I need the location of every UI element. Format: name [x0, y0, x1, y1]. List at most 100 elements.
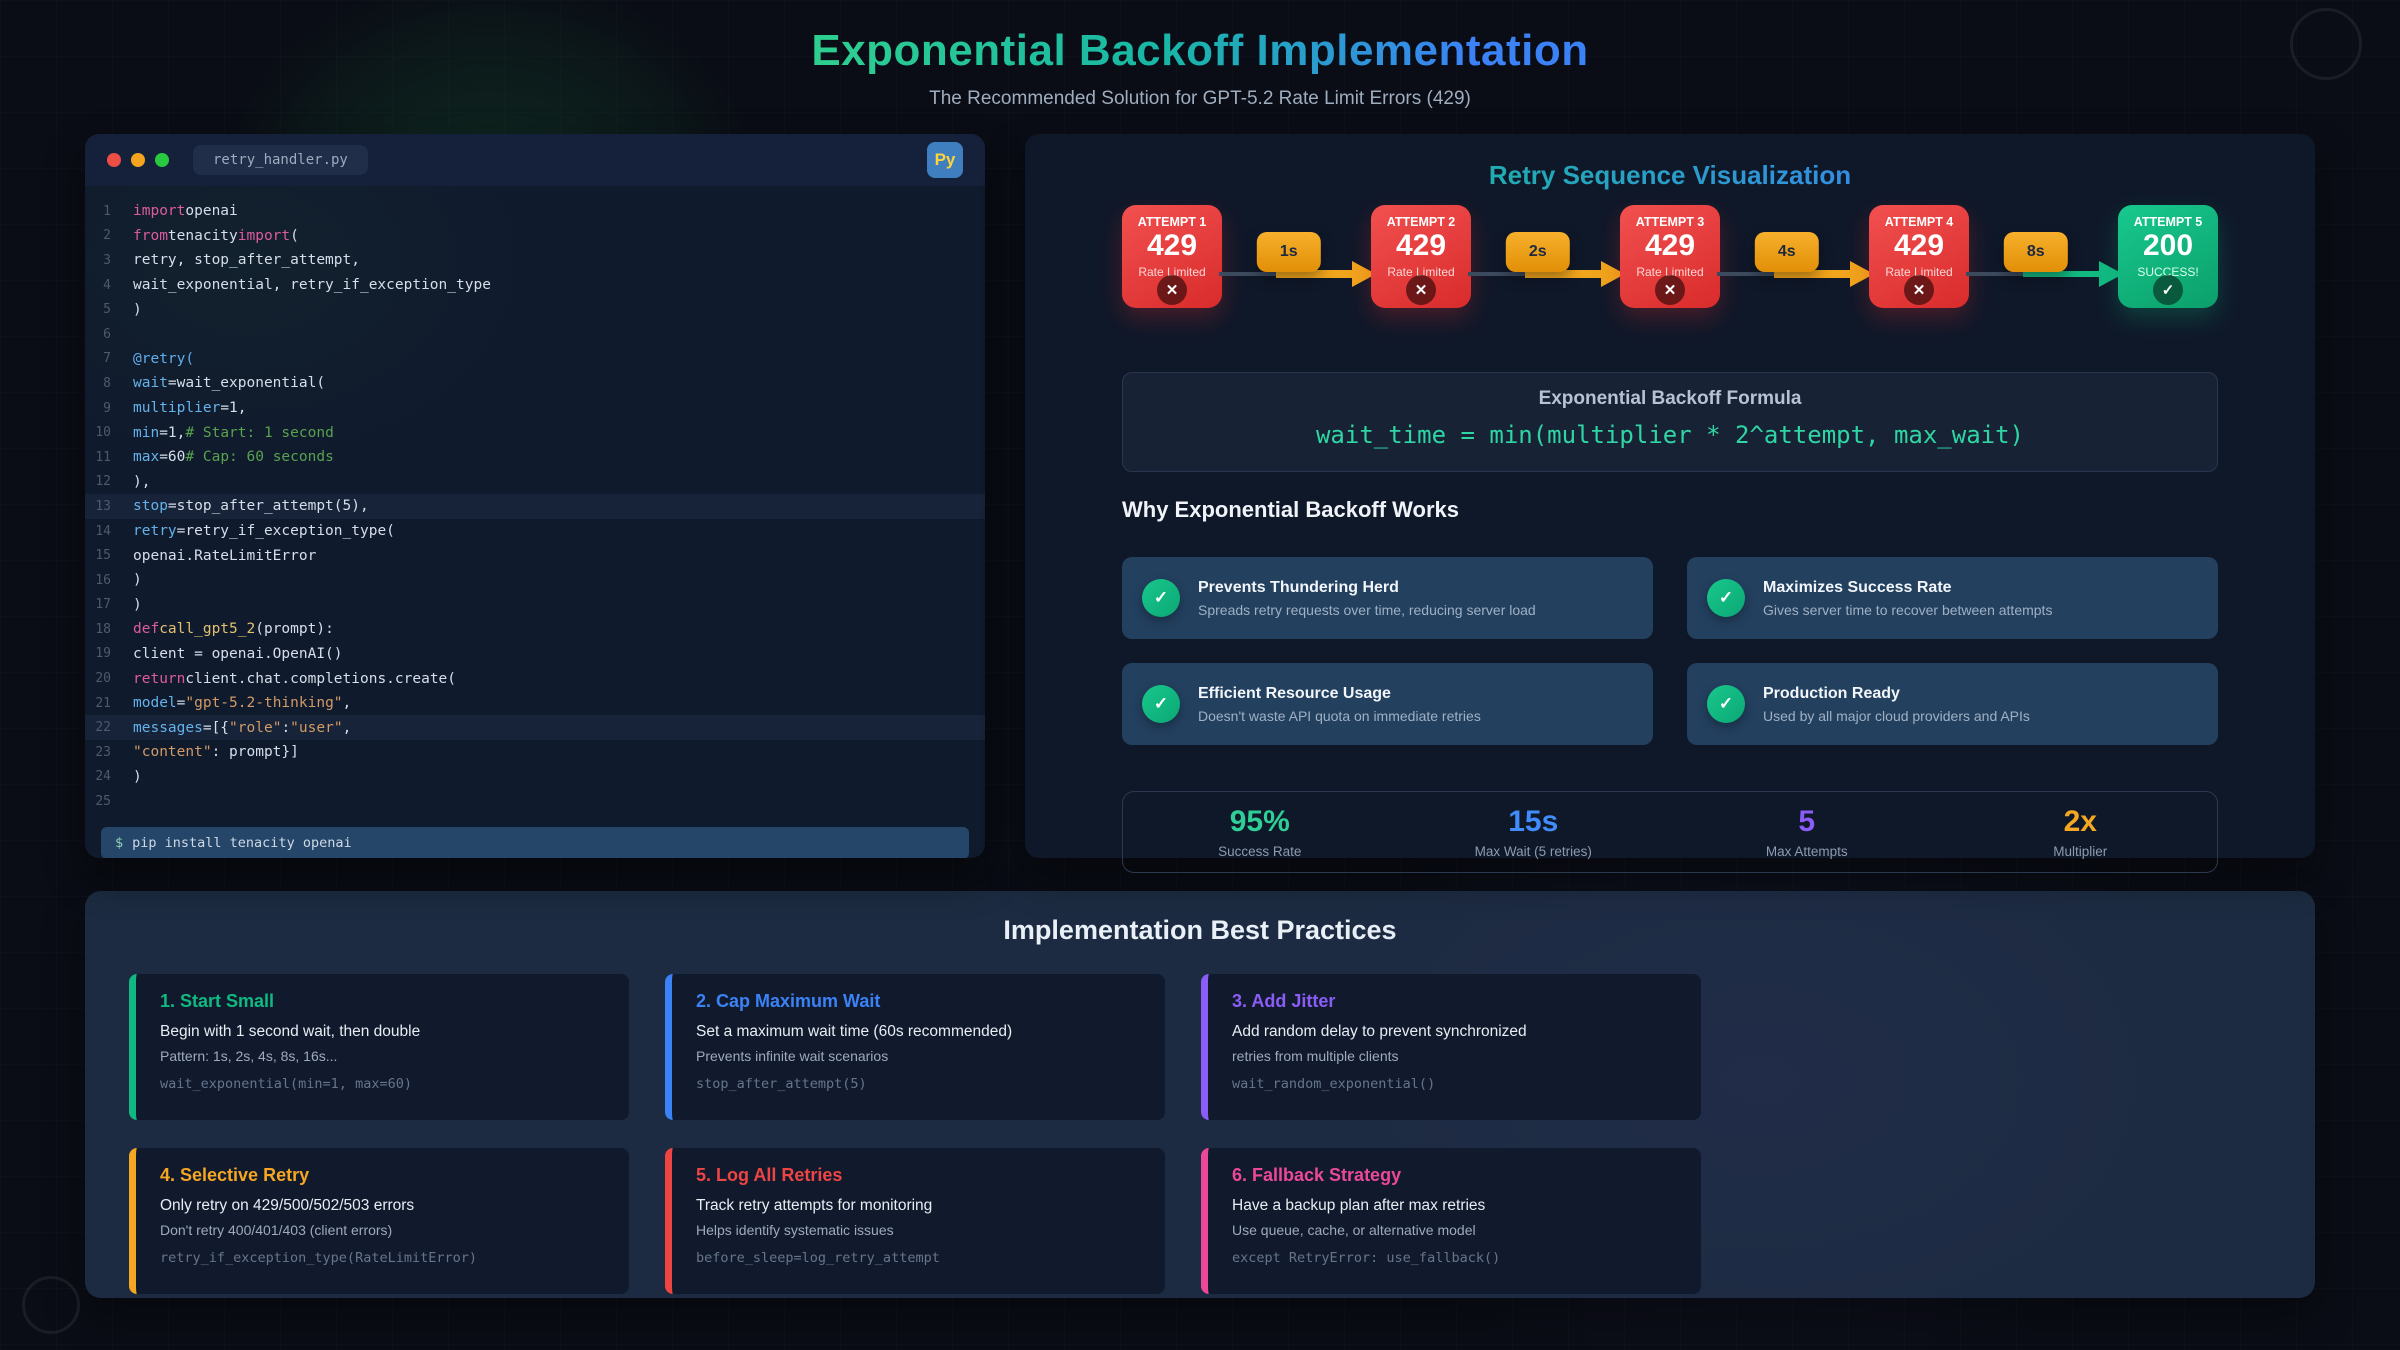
stat-item: 5 Max Attempts — [1670, 805, 1944, 859]
check-circle-icon: ✓ — [1707, 685, 1745, 723]
code-token-func: call_gpt5_2 — [159, 621, 256, 638]
code-line: 3 retry, stop_after_attempt, — [85, 248, 985, 273]
editor-titlebar: retry_handler.py Py — [85, 134, 985, 186]
code-line: 19 client = openai.OpenAI() — [85, 642, 985, 667]
code-line: 16) — [85, 568, 985, 593]
practice-title: 3. Add Jitter — [1232, 991, 1336, 1011]
maximize-window-button[interactable] — [155, 153, 169, 167]
code-token-dec: @retry( — [133, 350, 195, 367]
line-number: 8 — [103, 375, 111, 391]
attempt-label: ATTEMPT 2 — [1386, 215, 1456, 229]
code-token-str: "content" — [133, 744, 212, 761]
practice-line2: Prevents infinite wait scenarios — [696, 1048, 889, 1064]
line-number: 9 — [103, 400, 111, 416]
code-line: 25 — [85, 789, 985, 814]
benefit-text: Prevents Thundering Herd Spreads retry re… — [1198, 579, 1536, 618]
practice-line1: Set a maximum wait time (60s recommended… — [696, 1023, 1013, 1040]
stat-value: 15s — [1508, 805, 1559, 838]
x-mark-icon: ✕ — [1406, 275, 1436, 305]
check-mark-icon: ✓ — [2153, 275, 2183, 305]
retry-connector: 1s — [1219, 205, 1376, 308]
line-number: 12 — [95, 474, 111, 490]
practice-code-snippet: wait_exponential(min=1, max=60) — [160, 1076, 412, 1092]
minimize-window-button[interactable] — [131, 153, 145, 167]
stats-bar: 95% Success Rate 15s Max Wait (5 retries) 5 M… — [1122, 791, 2218, 873]
stat-label: Success Rate — [1218, 844, 1302, 859]
attempt-label: ATTEMPT 3 — [1635, 215, 1705, 229]
line-number: 15 — [95, 548, 111, 564]
code-token-plain: : prompt}] — [211, 744, 299, 761]
code-line: 24) — [85, 765, 985, 790]
terminal-command-bar: $ pip install tenacity openai — [101, 826, 969, 858]
line-number: 21 — [95, 695, 111, 711]
practice-line2: Pattern: 1s, 2s, 4s, 8s, 16s... — [160, 1048, 338, 1064]
practice-title: 2. Cap Maximum Wait — [696, 991, 881, 1011]
page-subtitle: The Recommended Solution for GPT-5.2 Rat… — [929, 88, 1471, 109]
practice-line1: Add random delay to prevent synchronized — [1232, 1023, 1527, 1040]
code-line: 10 min =1, # Start: 1 second — [85, 420, 985, 445]
practice-title: 6. Fallback Strategy — [1232, 1165, 1402, 1185]
stat-item: 2x Multiplier — [1944, 805, 2218, 859]
x-mark-icon: ✕ — [1157, 275, 1187, 305]
corner-circle-bottom-left — [22, 1276, 80, 1334]
code-token-plain: ) — [133, 768, 142, 785]
main-row: retry_handler.py Py 1 import openai 2 from te… — [85, 134, 2315, 873]
code-line: 12), — [85, 470, 985, 495]
code-token-plain: , — [342, 695, 352, 712]
editor-tab-filename[interactable]: retry_handler.py — [193, 145, 368, 175]
code-token-param: stop — [133, 498, 168, 515]
wait-time-badge: 4s — [1754, 232, 1819, 272]
code-token-kw: def — [133, 621, 160, 638]
line-number: 24 — [95, 769, 111, 785]
code-token-plain: retry, stop_after_attempt, — [133, 252, 360, 269]
page-header: Exponential Backoff Implementation The R… — [0, 0, 2400, 110]
line-number: 13 — [95, 498, 111, 514]
benefit-text: Maximizes Success Rate Gives server time … — [1763, 579, 2052, 618]
stat-value: 2x — [2063, 805, 2097, 838]
line-number: 16 — [95, 572, 111, 588]
code-token-plain: client = openai.OpenAI() — [133, 645, 343, 662]
stat-value: 5 — [1798, 805, 1816, 838]
python-language-badge: Py — [927, 142, 963, 178]
stat-label: Max Wait (5 retries) — [1474, 844, 1592, 859]
code-token-kw: import — [237, 227, 291, 244]
practice-card: 2. Cap Maximum Wait Set a maximum wait ti… — [665, 974, 1165, 1120]
practice-card: 5. Log All Retries Track retry attempts f… — [665, 1148, 1165, 1294]
code-line: 23 "content": prompt}] — [85, 740, 985, 765]
code-line: 4 wait_exponential, retry_if_exception_ty… — [85, 273, 985, 298]
code-token-plain: openai — [185, 203, 238, 220]
code-token-plain: =[{ — [202, 719, 230, 736]
line-number: 22 — [95, 720, 111, 736]
benefit-description: Spreads retry requests over time, reduci… — [1198, 601, 1536, 618]
practice-line1: Have a backup plan after max retries — [1232, 1197, 1486, 1214]
practice-card: 6. Fallback Strategy Have a backup plan a… — [1201, 1148, 1701, 1294]
code-token-param: min — [133, 424, 160, 441]
code-token-plain: =stop_after_attempt(5), — [167, 498, 369, 515]
line-number: 18 — [95, 621, 111, 637]
code-token-param: max — [133, 449, 160, 466]
code-token-comment: # Cap: 60 seconds — [185, 449, 334, 466]
attempt-box-1: ATTEMPT 1 429 Rate Limited ✕ — [1122, 205, 1222, 308]
line-number: 7 — [103, 351, 111, 367]
practice-code-snippet: stop_after_attempt(5) — [696, 1076, 867, 1092]
code-token-plain: = — [176, 695, 186, 712]
line-number: 1 — [103, 203, 111, 219]
x-mark-icon: ✕ — [1904, 275, 1934, 305]
code-token-param: wait — [133, 375, 168, 392]
benefit-description: Doesn't waste API quota on immediate ret… — [1198, 707, 1481, 724]
benefit-card: ✓ Efficient Resource Usage Doesn't waste A… — [1122, 663, 1653, 745]
code-token-param: messages — [133, 719, 203, 736]
page-root: Exponential Backoff Implementation The R… — [0, 0, 2400, 1350]
line-number: 6 — [103, 326, 111, 342]
line-number: 19 — [95, 646, 111, 662]
code-line: 17) — [85, 593, 985, 618]
attempt-label: ATTEMPT 1 — [1137, 215, 1207, 229]
benefit-description: Used by all major cloud providers and AP… — [1763, 707, 2030, 724]
line-number: 14 — [95, 523, 111, 539]
close-window-button[interactable] — [107, 153, 121, 167]
retry-visualization-panel: Retry Sequence Visualization ATTEMPT 1 42… — [1025, 134, 2315, 873]
code-token-plain: client.chat.completions.create( — [185, 670, 457, 687]
stat-label: Max Attempts — [1765, 844, 1848, 859]
code-token-plain: ) — [133, 301, 142, 318]
code-token-plain: =1, — [159, 424, 186, 441]
